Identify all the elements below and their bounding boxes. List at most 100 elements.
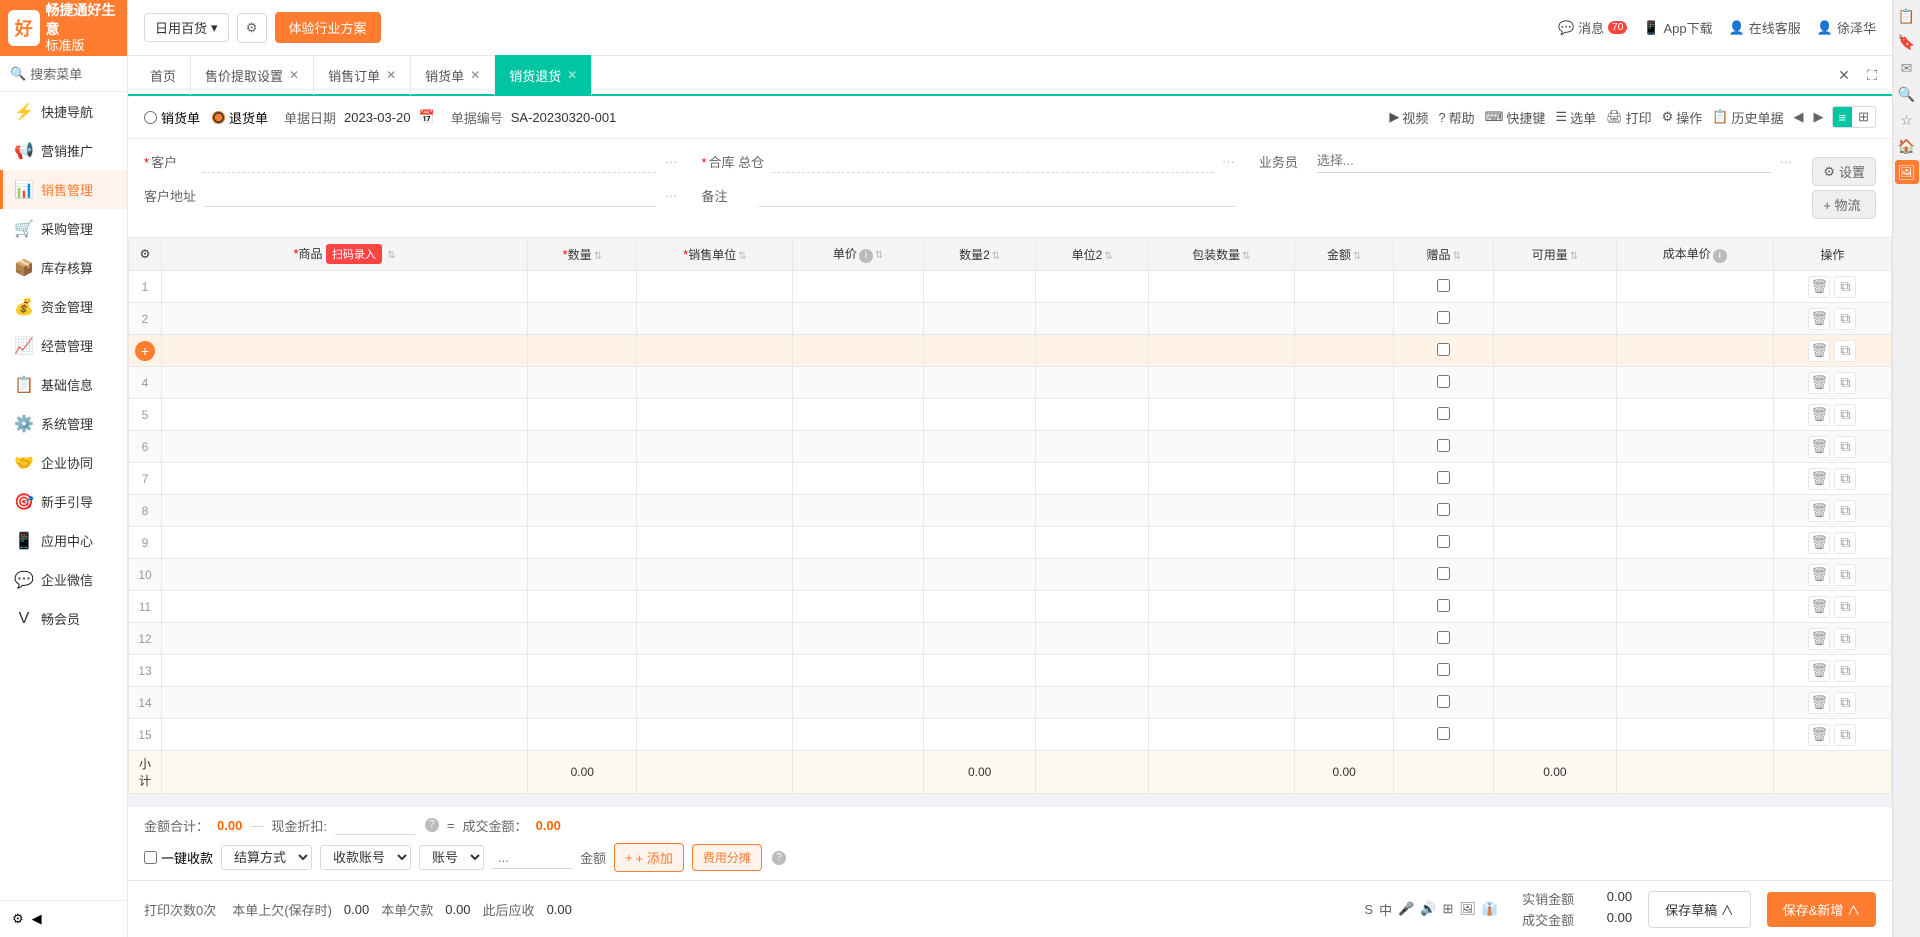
add-payment-button[interactable]: + + 添加 bbox=[614, 843, 684, 872]
qty-cell[interactable] bbox=[528, 655, 637, 687]
available-cell[interactable] bbox=[1494, 655, 1617, 687]
unit-price-cell[interactable] bbox=[793, 655, 924, 687]
amount-cell[interactable] bbox=[1294, 591, 1394, 623]
qty-cell[interactable] bbox=[528, 399, 637, 431]
sale-unit-cell[interactable] bbox=[637, 495, 793, 527]
available-cell[interactable] bbox=[1494, 527, 1617, 559]
qty2-cell[interactable] bbox=[923, 527, 1035, 559]
trial-button[interactable]: 体验行业方案 bbox=[275, 12, 381, 43]
copy-row-button[interactable]: ⧉ bbox=[1834, 500, 1856, 522]
available-cell[interactable] bbox=[1494, 303, 1617, 335]
amount-cell[interactable] bbox=[1294, 495, 1394, 527]
pack-qty-cell[interactable] bbox=[1148, 623, 1294, 655]
qty-cell[interactable] bbox=[528, 271, 637, 303]
delete-row-button[interactable]: 🗑 bbox=[1808, 564, 1830, 586]
product-cell[interactable] bbox=[162, 495, 528, 527]
fee-allocation-button[interactable]: 费用分摊 bbox=[692, 844, 762, 871]
qty2-cell[interactable] bbox=[923, 303, 1035, 335]
save-new-button[interactable]: 保存&新增 ∧ bbox=[1767, 892, 1876, 927]
copy-row-button[interactable]: ⧉ bbox=[1834, 468, 1856, 490]
gift-cell[interactable] bbox=[1394, 591, 1494, 623]
pack-qty-cell[interactable] bbox=[1148, 687, 1294, 719]
cost-price-cell[interactable] bbox=[1616, 655, 1773, 687]
cost-price-cell[interactable] bbox=[1616, 527, 1773, 559]
save-draft-button[interactable]: 保存草稿 ∧ bbox=[1648, 891, 1751, 928]
customer-input[interactable] bbox=[202, 149, 656, 173]
unit-price-cell[interactable] bbox=[793, 559, 924, 591]
cost-price-info-icon[interactable]: i bbox=[1713, 249, 1727, 263]
qty2-cell[interactable] bbox=[923, 463, 1035, 495]
pack-qty-cell[interactable] bbox=[1148, 527, 1294, 559]
amount-cell[interactable] bbox=[1294, 367, 1394, 399]
qty2-cell[interactable] bbox=[923, 655, 1035, 687]
sale-unit-cell[interactable] bbox=[637, 527, 793, 559]
product-cell[interactable] bbox=[162, 399, 528, 431]
delete-row-button[interactable]: 🗑 bbox=[1808, 628, 1830, 650]
pack-qty-cell[interactable] bbox=[1148, 591, 1294, 623]
copy-row-button[interactable]: ⧉ bbox=[1834, 276, 1856, 298]
available-cell[interactable] bbox=[1494, 367, 1617, 399]
copy-row-button[interactable]: ⧉ bbox=[1834, 628, 1856, 650]
amount-cell[interactable] bbox=[1294, 719, 1394, 751]
sale-unit-cell[interactable] bbox=[637, 591, 793, 623]
staff-dots[interactable]: ··· bbox=[1779, 154, 1792, 169]
unit-price-cell[interactable] bbox=[793, 303, 924, 335]
amount-cell[interactable] bbox=[1294, 559, 1394, 591]
product-cell[interactable] bbox=[162, 303, 528, 335]
copy-row-button[interactable]: ⧉ bbox=[1834, 692, 1856, 714]
available-cell[interactable] bbox=[1494, 719, 1617, 751]
rp-star-icon[interactable]: ☆ bbox=[1895, 108, 1919, 132]
history-button[interactable]: 📋 历史单据 bbox=[1712, 108, 1783, 127]
unit2-cell[interactable] bbox=[1036, 303, 1148, 335]
unit-price-cell[interactable] bbox=[793, 527, 924, 559]
available-sort-icon[interactable]: ⇅ bbox=[1570, 251, 1578, 262]
unit2-cell[interactable] bbox=[1036, 527, 1148, 559]
cost-price-cell[interactable] bbox=[1616, 303, 1773, 335]
product-cell[interactable] bbox=[162, 367, 528, 399]
copy-row-button[interactable]: ⧉ bbox=[1834, 340, 1856, 362]
delete-row-button[interactable]: 🗑 bbox=[1808, 340, 1830, 362]
discount-info-icon[interactable]: ? bbox=[425, 818, 439, 832]
view-grid-button[interactable]: ⊞ bbox=[1852, 107, 1875, 127]
rp-doc-icon[interactable]: 📋 bbox=[1895, 4, 1919, 28]
qty-cell[interactable] bbox=[528, 591, 637, 623]
available-cell[interactable] bbox=[1494, 495, 1617, 527]
available-cell[interactable] bbox=[1494, 431, 1617, 463]
cost-price-cell[interactable] bbox=[1616, 623, 1773, 655]
cost-price-cell[interactable] bbox=[1616, 431, 1773, 463]
product-sort-icon[interactable]: ⇅ bbox=[387, 250, 395, 261]
qty2-cell[interactable] bbox=[923, 335, 1035, 367]
sidebar-item-enterprise[interactable]: 🤝 企业协同 bbox=[0, 443, 127, 482]
copy-row-button[interactable]: ⧉ bbox=[1834, 596, 1856, 618]
unit2-cell[interactable] bbox=[1036, 655, 1148, 687]
tab-sale-delivery[interactable]: 销货单 ✕ bbox=[411, 55, 495, 95]
delete-row-button[interactable]: 🗑 bbox=[1808, 596, 1830, 618]
sidebar-item-quick-nav[interactable]: ⚡ 快捷导航 bbox=[0, 92, 127, 131]
warehouse-input[interactable] bbox=[772, 149, 1214, 173]
product-cell[interactable] bbox=[162, 623, 528, 655]
unit-price-cell[interactable] bbox=[793, 367, 924, 399]
tab-home[interactable]: 首页 bbox=[136, 55, 191, 95]
video-button[interactable]: ▶ 视频 bbox=[1389, 108, 1428, 127]
qty-cell[interactable] bbox=[528, 367, 637, 399]
qty-cell[interactable] bbox=[528, 335, 637, 367]
unit-price-cell[interactable] bbox=[793, 399, 924, 431]
amount-sort-icon[interactable]: ⇅ bbox=[1353, 251, 1361, 262]
radio-return[interactable]: 退货单 bbox=[212, 108, 268, 127]
sale-unit-cell[interactable] bbox=[637, 431, 793, 463]
sidebar-item-marketing[interactable]: 📢 营销推广 bbox=[0, 131, 127, 170]
nav-next-button[interactable]: ▶ bbox=[1814, 109, 1824, 125]
discount-input[interactable] bbox=[335, 815, 415, 835]
delete-row-button[interactable]: 🗑 bbox=[1808, 468, 1830, 490]
pack-qty-cell[interactable] bbox=[1148, 399, 1294, 431]
unit2-cell[interactable] bbox=[1036, 623, 1148, 655]
cost-price-cell[interactable] bbox=[1616, 719, 1773, 751]
tab-close-sale-return[interactable]: ✕ bbox=[567, 68, 577, 82]
unit-price-cell[interactable] bbox=[793, 623, 924, 655]
sidebar-item-finance[interactable]: 💰 资金管理 bbox=[0, 287, 127, 326]
amount-cell[interactable] bbox=[1294, 527, 1394, 559]
qty2-cell[interactable] bbox=[923, 559, 1035, 591]
radio-sale[interactable]: 销货单 bbox=[144, 108, 200, 127]
copy-row-button[interactable]: ⧉ bbox=[1834, 564, 1856, 586]
help-button[interactable]: ? 帮助 bbox=[1438, 108, 1474, 127]
